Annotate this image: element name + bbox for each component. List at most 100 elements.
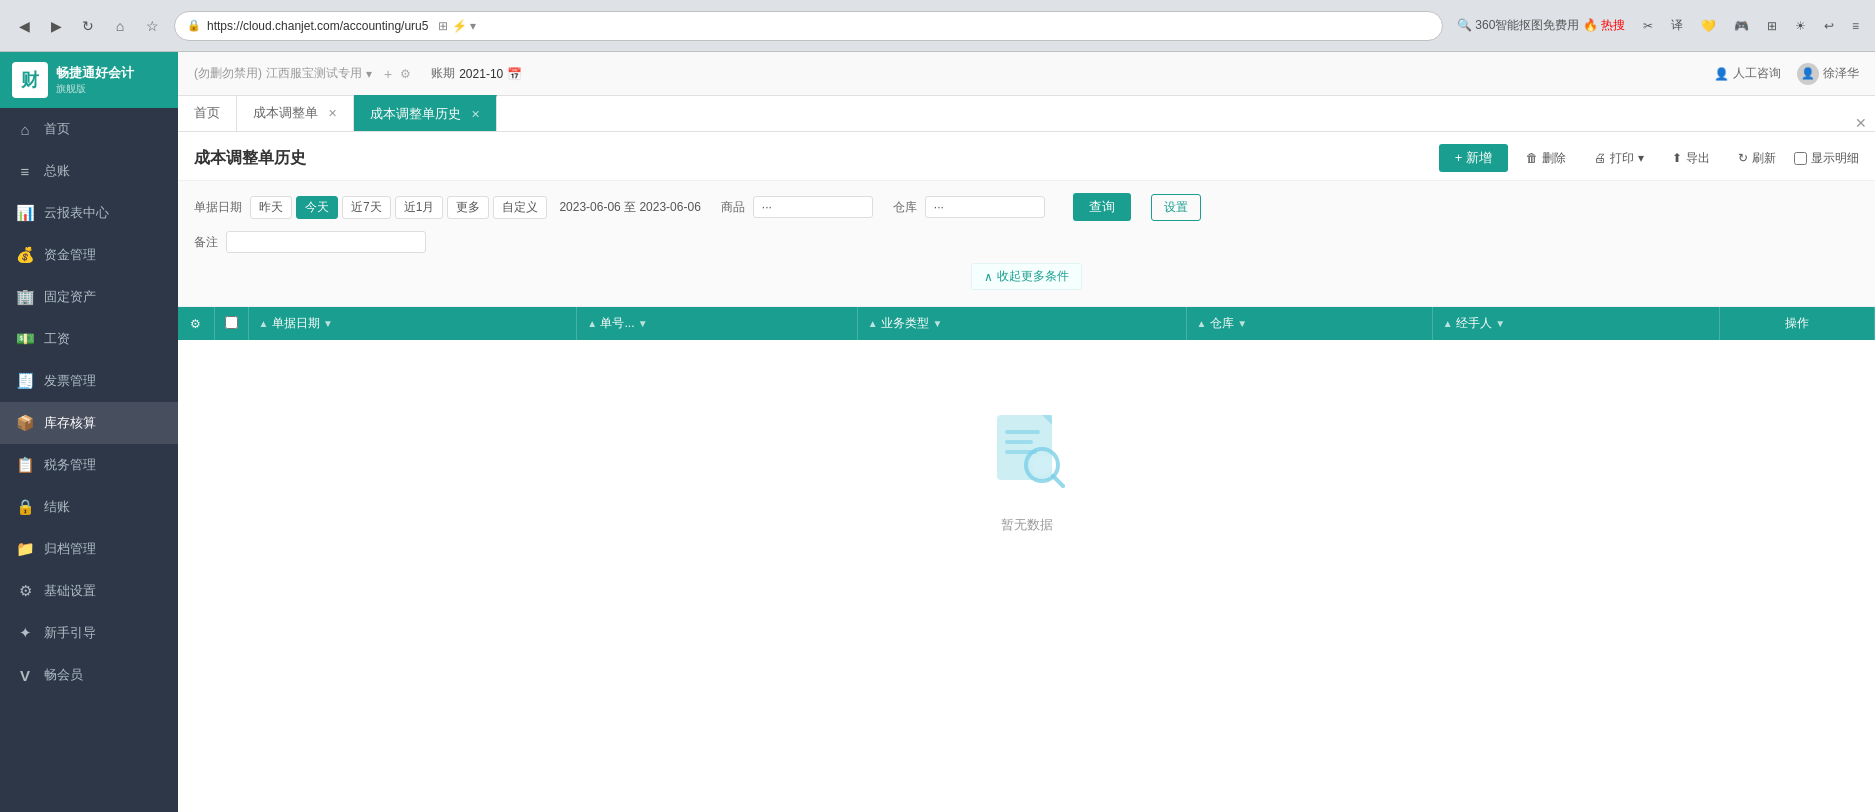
sidebar-item-invoices[interactable]: 🧾 发票管理 (0, 360, 178, 402)
brightness-btn[interactable]: ☀ (1789, 17, 1812, 35)
tab-home[interactable]: 首页 (178, 95, 237, 131)
note-filter: 备注 (194, 231, 426, 253)
goods-select[interactable]: ··· (753, 196, 873, 218)
col-actions: 操作 (1720, 307, 1875, 340)
star-button[interactable]: ☆ (138, 12, 166, 40)
col-number-label: 单号... (600, 316, 634, 330)
user-service-icon: 👤 (1714, 67, 1729, 81)
sidebar-item-tax[interactable]: 📋 税务管理 (0, 444, 178, 486)
back-button[interactable]: ◀ (10, 12, 38, 40)
main-content: (勿删勿禁用) 江西服宝测试专用 ▾ + ⚙ 账期 2021-10 📅 👤 人工… (178, 52, 1875, 812)
show-cols-input[interactable] (1794, 152, 1807, 165)
user-service-btn[interactable]: 👤 人工咨询 (1714, 65, 1781, 82)
company-name: 江西服宝测试专用 (266, 65, 362, 82)
filter-row-2: 备注 (194, 231, 1859, 253)
sidebar-item-guide[interactable]: ✦ 新手引导 (0, 612, 178, 654)
logo-icon: 财 (12, 62, 48, 98)
goods-filter-label: 商品 (721, 199, 745, 216)
date-btn-yesterday[interactable]: 昨天 (250, 196, 292, 219)
svg-rect-1 (1005, 430, 1040, 434)
query-button[interactable]: 查询 (1073, 193, 1131, 221)
sidebar-item-funds[interactable]: 💰 资金管理 (0, 234, 178, 276)
print-button[interactable]: 🖨 打印 ▾ (1584, 146, 1654, 171)
col-number-sort-desc: ▼ (638, 318, 648, 329)
logo-badge: 旗舰版 (56, 82, 134, 96)
date-btn-custom[interactable]: 自定义 (493, 196, 547, 219)
warehouse-select[interactable]: ··· (925, 196, 1045, 218)
menu-btn[interactable]: ≡ (1846, 17, 1865, 35)
col-checkbox[interactable] (214, 307, 248, 340)
date-btn-1month[interactable]: 近1月 (395, 196, 444, 219)
export-button[interactable]: ⬆ 导出 (1662, 146, 1720, 171)
address-bar[interactable]: 🔒 https://cloud.chanjet.com/accounting/u… (174, 11, 1443, 41)
sidebar-label-archive: 归档管理 (44, 540, 96, 558)
show-cols-checkbox[interactable]: 显示明细 (1794, 150, 1859, 167)
collapse-filters-btn[interactable]: ∧ 收起更多条件 (971, 263, 1082, 290)
page-title: 成本调整单历史 (194, 148, 306, 169)
select-all-checkbox[interactable] (225, 316, 238, 329)
date-btn-7days[interactable]: 近7天 (342, 196, 391, 219)
col-handler-sort-desc: ▼ (1495, 318, 1505, 329)
sidebar-item-payroll[interactable]: 💵 工资 (0, 318, 178, 360)
sidebar-item-fixed-assets[interactable]: 🏢 固定资产 (0, 276, 178, 318)
delete-button[interactable]: 🗑 删除 (1516, 146, 1576, 171)
home-button[interactable]: ⌂ (106, 12, 134, 40)
company-settings-icon[interactable]: ⚙ (400, 67, 411, 81)
company-selector[interactable]: (勿删勿禁用) 江西服宝测试专用 ▾ + ⚙ (194, 65, 411, 82)
date-filter-label: 单据日期 (194, 199, 242, 216)
date-btn-more[interactable]: 更多 (447, 196, 489, 219)
col-date[interactable]: ▲ 单据日期 ▼ (248, 307, 577, 340)
tax-icon: 📋 (16, 456, 34, 474)
sidebar-item-home[interactable]: ⌂ 首页 (0, 108, 178, 150)
grid-btn[interactable]: ⊞ (1761, 17, 1783, 35)
sidebar-label-tax: 税务管理 (44, 456, 96, 474)
sidebar-label-reports: 云报表中心 (44, 204, 109, 222)
sidebar-label-ledger: 总账 (44, 162, 70, 180)
search-bar[interactable]: 🔍 360智能抠图免费用 🔥 热搜 (1451, 15, 1631, 36)
tab-cost-adjust[interactable]: 成本调整单 ✕ (237, 95, 354, 131)
col-business-type[interactable]: ▲ 业务类型 ▼ (857, 307, 1186, 340)
sidebar-item-settings[interactable]: ⚙ 基础设置 (0, 570, 178, 612)
sidebar-item-vip[interactable]: V 畅会员 (0, 654, 178, 696)
sidebar-item-inventory[interactable]: 📦 库存核算 (0, 402, 178, 444)
sidebar-item-closing[interactable]: 🔒 结账 (0, 486, 178, 528)
col-settings[interactable]: ⚙ (178, 307, 214, 340)
col-business-type-label: 业务类型 (881, 316, 929, 330)
scissors-btn[interactable]: ✂ (1637, 17, 1659, 35)
sidebar-label-vip: 畅会员 (44, 666, 83, 684)
funds-icon: 💰 (16, 246, 34, 264)
add-company-btn[interactable]: + (384, 66, 392, 82)
col-number[interactable]: ▲ 单号... ▼ (577, 307, 858, 340)
col-warehouse-label: 仓库 (1210, 316, 1234, 330)
tab-cost-adjust-history-close[interactable]: ✕ (471, 108, 480, 121)
svg-point-5 (1032, 455, 1052, 475)
date-btn-today[interactable]: 今天 (296, 196, 338, 219)
settings-icon: ⚙ (16, 582, 34, 600)
tab-cost-adjust-label: 成本调整单 (253, 104, 318, 122)
settings-filter-btn[interactable]: 设置 (1151, 194, 1201, 221)
forward-button[interactable]: ▶ (42, 12, 70, 40)
refresh-button[interactable]: ↻ 刷新 (1728, 146, 1786, 171)
date-filter: 单据日期 昨天 今天 近7天 近1月 更多 自定义 2023-06-06 至 2… (194, 196, 701, 219)
data-table: ⚙ ▲ 单据日期 ▼ ▲ (178, 307, 1875, 340)
table-header: ⚙ ▲ 单据日期 ▼ ▲ (178, 307, 1875, 340)
tab-cost-adjust-history[interactable]: 成本调整单历史 ✕ (354, 95, 497, 131)
user-avatar-btn[interactable]: 👤 徐泽华 (1797, 63, 1859, 85)
sidebar-label-closing: 结账 (44, 498, 70, 516)
game-btn[interactable]: 🎮 (1728, 17, 1755, 35)
col-warehouse[interactable]: ▲ 仓库 ▼ (1186, 307, 1432, 340)
col-handler[interactable]: ▲ 经手人 ▼ (1432, 307, 1719, 340)
add-button[interactable]: + 新增 (1439, 144, 1508, 172)
sidebar-item-ledger[interactable]: ≡ 总账 (0, 150, 178, 192)
translate-btn[interactable]: 译 (1665, 15, 1689, 36)
close-all-tabs-btn[interactable]: ✕ (1855, 115, 1867, 131)
wallet-btn[interactable]: 💛 (1695, 17, 1722, 35)
sidebar-item-archive[interactable]: 📁 归档管理 (0, 528, 178, 570)
refresh-button[interactable]: ↻ (74, 12, 102, 40)
note-input[interactable] (226, 231, 426, 253)
tab-cost-adjust-close[interactable]: ✕ (328, 107, 337, 120)
tab-cost-adjust-history-label: 成本调整单历史 (370, 105, 461, 123)
undo-btn[interactable]: ↩ (1818, 17, 1840, 35)
dropdown-icon: ⊞ ⚡ ▾ (438, 19, 476, 33)
sidebar-item-reports[interactable]: 📊 云报表中心 (0, 192, 178, 234)
